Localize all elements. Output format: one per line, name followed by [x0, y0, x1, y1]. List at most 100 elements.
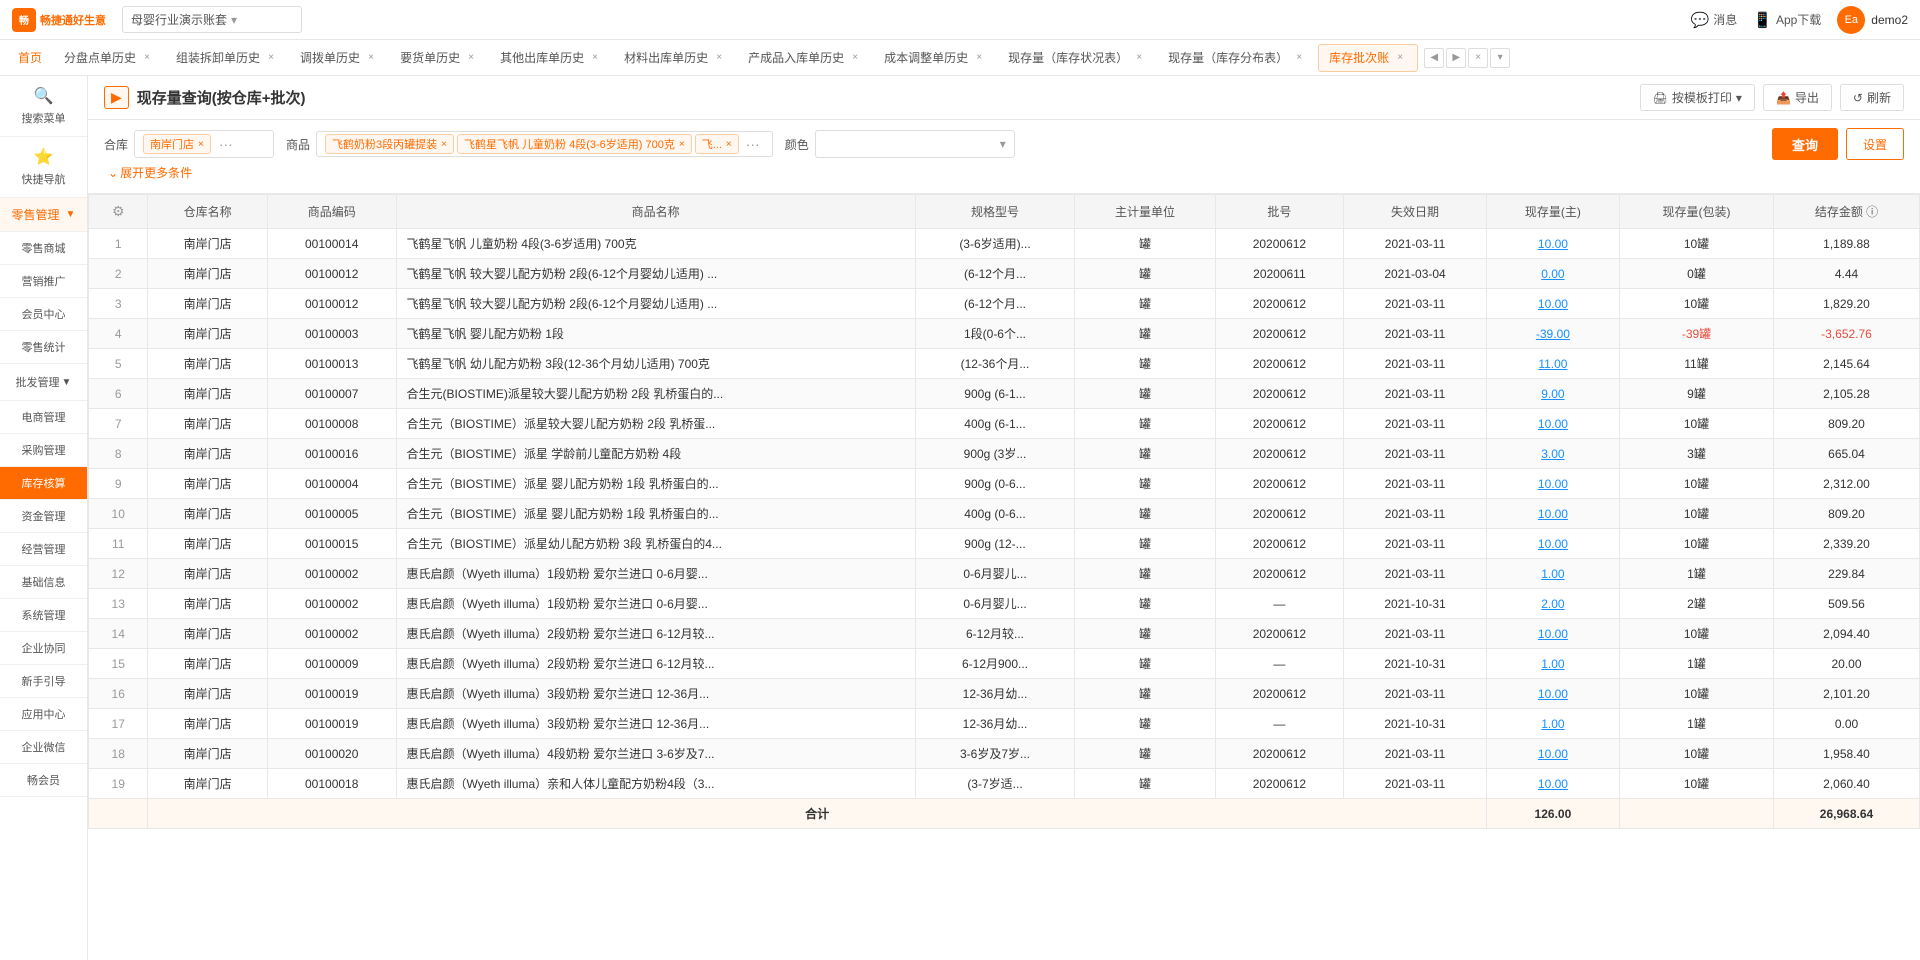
row-stock-main[interactable]: 10.00	[1486, 499, 1619, 529]
row-stock-main[interactable]: 10.00	[1486, 469, 1619, 499]
tab-prev-button[interactable]: ◀	[1424, 48, 1444, 68]
tab-split[interactable]: 分盘点单历史 ×	[54, 44, 164, 72]
sidebar-item-marketing[interactable]: 营销推广	[0, 265, 87, 298]
sidebar-item-finance[interactable]: 资金管理	[0, 500, 87, 533]
remove-product-tag-1[interactable]: ×	[441, 139, 447, 150]
tab-label: 产成品入库单历史	[748, 49, 844, 66]
row-stock-main[interactable]: 1.00	[1486, 559, 1619, 589]
sidebar-item-business[interactable]: 经营管理	[0, 533, 87, 566]
tab-close-all-button[interactable]: ×	[1468, 48, 1488, 68]
user-area[interactable]: Ea demo2	[1837, 6, 1908, 34]
sidebar-item-wholesale[interactable]: 批发管理 ▼	[0, 364, 87, 401]
header-actions: 🖨 按模板打印 ▾ 📤 导出 ↺ 刷新	[1640, 84, 1904, 111]
close-icon[interactable]: ×	[712, 51, 726, 65]
sidebar-item-purchase[interactable]: 采购管理	[0, 434, 87, 467]
row-balance: 2,105.28	[1774, 379, 1920, 409]
product-input[interactable]: 飞鹤奶粉3段丙罐提装 × 飞鹤星飞帆 儿童奶粉 4段(3-6岁适用) 700克 …	[316, 131, 773, 157]
sidebar-item-coop[interactable]: 企业协同	[0, 632, 87, 665]
row-stock-main[interactable]: -39.00	[1486, 319, 1619, 349]
sidebar-item-retail[interactable]: 零售管理 ▼	[0, 198, 87, 232]
tab-other-out[interactable]: 其他出库单历史 ×	[490, 44, 612, 72]
tab-cost-adjust[interactable]: 成本调整单历史 ×	[874, 44, 996, 72]
row-code: 00100020	[267, 739, 396, 769]
row-stock-main[interactable]: 10.00	[1486, 769, 1619, 799]
row-stock-main[interactable]: 10.00	[1486, 679, 1619, 709]
export-button[interactable]: 📤 导出	[1763, 84, 1832, 111]
remove-product-tag-3[interactable]: ×	[726, 139, 732, 150]
close-icon[interactable]: ×	[1132, 51, 1146, 65]
row-spec: 6-12月较...	[915, 619, 1075, 649]
tab-product-in[interactable]: 产成品入库单历史 ×	[738, 44, 872, 72]
row-stock-main[interactable]: 10.00	[1486, 739, 1619, 769]
tab-next-button[interactable]: ▶	[1446, 48, 1466, 68]
tab-batch-close[interactable]: 库存批次账 ×	[1318, 44, 1418, 72]
sidebar-item-inventory[interactable]: 库存核算	[0, 467, 87, 500]
row-expire: 2021-10-31	[1344, 649, 1487, 679]
row-warehouse: 南岸门店	[148, 769, 267, 799]
row-stock-main[interactable]: 10.00	[1486, 409, 1619, 439]
row-code: 00100007	[267, 379, 396, 409]
row-stock-main[interactable]: 10.00	[1486, 229, 1619, 259]
product-more-button[interactable]: ···	[742, 134, 764, 154]
expand-sidebar-button[interactable]: ▶	[104, 86, 129, 109]
close-icon[interactable]: ×	[588, 51, 602, 65]
close-icon[interactable]: ×	[972, 51, 986, 65]
sidebar-item-quick[interactable]: ⭐ 快捷导航	[0, 137, 87, 198]
print-button[interactable]: 🖨 按模板打印 ▾	[1640, 84, 1755, 111]
color-input[interactable]: ▾	[815, 130, 1015, 158]
row-stock-main[interactable]: 1.00	[1486, 649, 1619, 679]
table-row: 9 南岸门店 00100004 合生元（BIOSTIME）派星 婴儿配方奶粉 1…	[89, 469, 1920, 499]
tab-mix[interactable]: 调拨单历史 ×	[290, 44, 388, 72]
warehouse-more-button[interactable]: ···	[215, 134, 237, 154]
tab-stock-status[interactable]: 现存量（库存状况表） ×	[998, 44, 1156, 72]
gear-icon[interactable]: ⚙	[112, 203, 125, 219]
sidebar-item-basic[interactable]: 基础信息	[0, 566, 87, 599]
row-stock-main[interactable]: 10.00	[1486, 529, 1619, 559]
row-stock-main[interactable]: 10.00	[1486, 619, 1619, 649]
app-download-button[interactable]: 📱 App下载	[1753, 11, 1821, 29]
sidebar-item-app-center[interactable]: 应用中心	[0, 698, 87, 731]
row-stock-main[interactable]: 10.00	[1486, 289, 1619, 319]
row-stock-main[interactable]: 0.00	[1486, 259, 1619, 289]
org-selector[interactable]: 母婴行业演示账套 ▾	[122, 6, 302, 33]
sidebar-item-guide[interactable]: 新手引导	[0, 665, 87, 698]
sidebar-label: 基础信息	[22, 574, 66, 590]
tab-stock-dist[interactable]: 现存量（库存分布表） ×	[1158, 44, 1316, 72]
sidebar-item-ecom[interactable]: 电商管理	[0, 401, 87, 434]
close-icon[interactable]: ×	[1292, 51, 1306, 65]
row-stock-main[interactable]: 3.00	[1486, 439, 1619, 469]
sidebar-item-member[interactable]: 会员中心	[0, 298, 87, 331]
remove-product-tag-2[interactable]: ×	[679, 139, 685, 150]
row-balance: 229.84	[1774, 559, 1920, 589]
expand-more-button[interactable]: ⌄ 展开更多条件	[108, 164, 1900, 181]
close-icon[interactable]: ×	[848, 51, 862, 65]
tab-material-out[interactable]: 材料出库单历史 ×	[614, 44, 736, 72]
query-button[interactable]: 查询	[1772, 128, 1838, 160]
col-settings[interactable]: ⚙	[89, 195, 148, 229]
tab-home[interactable]: 首页	[8, 44, 52, 72]
tab-menu-button[interactable]: ▾	[1490, 48, 1510, 68]
sidebar-item-member2[interactable]: 畅会员	[0, 764, 87, 797]
tab-requisition[interactable]: 要货单历史 ×	[390, 44, 488, 72]
remove-warehouse-tag[interactable]: ×	[198, 139, 204, 150]
row-stock-main[interactable]: 11.00	[1486, 349, 1619, 379]
row-spec: 0-6月婴儿...	[915, 589, 1075, 619]
row-stock-main[interactable]: 2.00	[1486, 589, 1619, 619]
sidebar-item-retail-stat[interactable]: 零售统计	[0, 331, 87, 364]
row-stock-main[interactable]: 1.00	[1486, 709, 1619, 739]
close-icon[interactable]: ×	[264, 51, 278, 65]
close-icon[interactable]: ×	[464, 51, 478, 65]
warehouse-input[interactable]: 南岸门店 × ···	[134, 130, 274, 158]
refresh-button[interactable]: ↺ 刷新	[1840, 84, 1904, 111]
sidebar-item-system[interactable]: 系统管理	[0, 599, 87, 632]
sidebar-item-corp-wx[interactable]: 企业微信	[0, 731, 87, 764]
close-icon[interactable]: ×	[364, 51, 378, 65]
settings-button[interactable]: 设置	[1846, 128, 1904, 160]
message-button[interactable]: 💬 消息	[1691, 11, 1738, 29]
close-icon[interactable]: ×	[140, 51, 154, 65]
close-icon[interactable]: ×	[1393, 51, 1407, 65]
row-stock-main[interactable]: 9.00	[1486, 379, 1619, 409]
tab-disassemble[interactable]: 组装拆卸单历史 ×	[166, 44, 288, 72]
sidebar-item-search[interactable]: 🔍 搜索菜单	[0, 76, 87, 137]
sidebar-item-retail-shop[interactable]: 零售商城	[0, 232, 87, 265]
